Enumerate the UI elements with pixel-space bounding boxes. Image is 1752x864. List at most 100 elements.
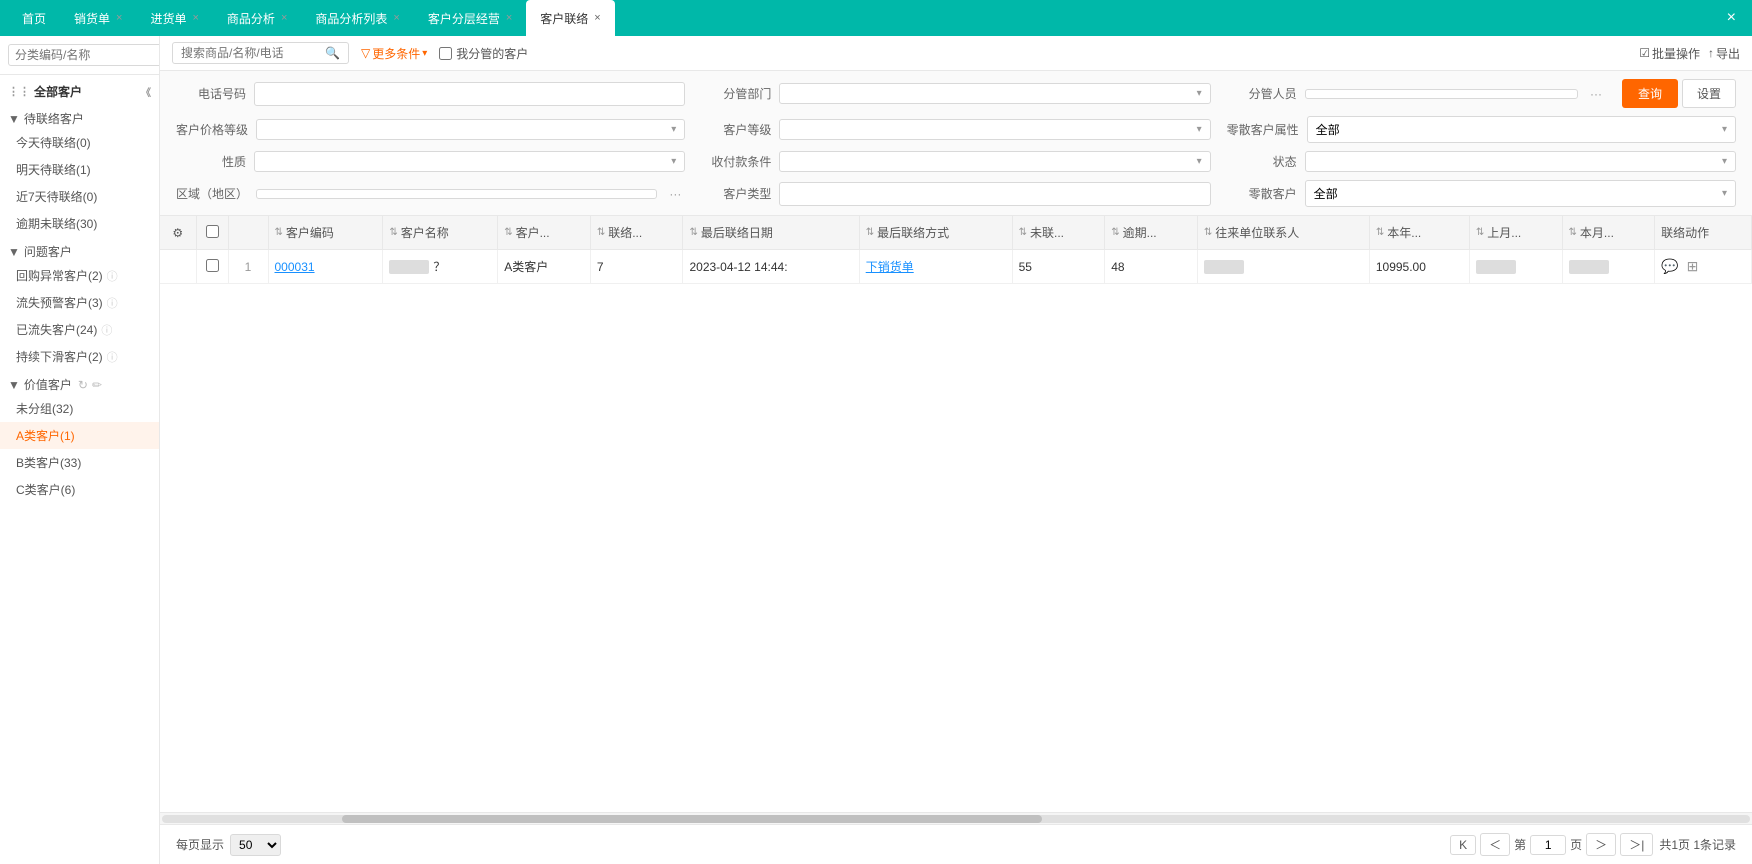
contact-col-header[interactable]: ⇅ 联络... <box>590 216 683 250</box>
export-button[interactable]: ↑ 导出 <box>1708 45 1740 62</box>
customer-type-col-header[interactable]: ⇅ 客户... <box>498 216 591 250</box>
chat-icon[interactable]: 💬 <box>1661 258 1678 275</box>
filter-row-nature: 性质 ▾ <box>176 151 685 172</box>
customer-level-label: 客户等级 <box>701 121 771 138</box>
close-all-tabs-button[interactable]: × <box>1719 9 1744 27</box>
nav-home[interactable]: 首页 <box>8 0 60 36</box>
close-analysis-list-icon[interactable]: × <box>393 12 399 24</box>
close-customer-mgr-icon[interactable]: × <box>506 12 512 24</box>
page-label: 第 <box>1514 836 1526 853</box>
sidebar-item-class-b[interactable]: B类客户(33) <box>0 449 159 476</box>
page-size-select[interactable]: 50 10 20 100 <box>230 834 281 856</box>
row-checkbox[interactable] <box>206 259 219 272</box>
sidebar-search-area: 🔍 <box>0 36 159 75</box>
overdue-col-header[interactable]: ⇅ 逾期... <box>1105 216 1198 250</box>
nav-analysis[interactable]: 商品分析 × <box>213 0 301 36</box>
payment-select[interactable]: ▾ <box>779 151 1210 172</box>
sidebar-item-class-c[interactable]: C类客户(6) <box>0 476 159 503</box>
action-buttons: ☑ 批量操作 ↑ 导出 <box>1639 45 1740 62</box>
contacts-person-sort-icon: ⇅ <box>1204 227 1212 238</box>
scatter-attr-select[interactable]: 全部 ▾ <box>1307 116 1736 143</box>
search-magnifier-icon[interactable]: 🔍 <box>325 46 340 60</box>
next-page-button[interactable]: ＞ <box>1586 833 1616 856</box>
batch-op-button[interactable]: ☑ 批量操作 <box>1639 45 1700 62</box>
manager-select[interactable] <box>1305 89 1578 99</box>
sidebar-item-lost-warning[interactable]: 流失预警客户(3) ⓘ <box>0 289 159 316</box>
customer-code-col-header[interactable]: ⇅ 客户编码 <box>268 216 383 250</box>
table-row: 1 000031 ？ A类客户 <box>160 250 1752 284</box>
region-more-icon[interactable]: ··· <box>665 187 685 201</box>
refresh-icon[interactable]: ↻ <box>78 378 88 392</box>
this-month-blur <box>1569 260 1609 274</box>
close-purchase-icon[interactable]: × <box>192 12 198 24</box>
sidebar-item-near7[interactable]: 近7天待联络(0) <box>0 183 159 210</box>
last-contact-method-col-header[interactable]: ⇅ 最后联络方式 <box>859 216 1012 250</box>
search-input[interactable] <box>181 46 321 60</box>
scrollbar-thumb[interactable] <box>342 815 1042 823</box>
row-last-method-cell[interactable]: 下销货单 <box>859 250 1012 284</box>
contacts-person-col-header[interactable]: ⇅ 往来单位联系人 <box>1197 216 1369 250</box>
manager-more-icon[interactable]: ··· <box>1586 87 1606 101</box>
edit-icon[interactable]: ✏ <box>92 378 102 392</box>
scatter-attr-chevron-icon: ▾ <box>1722 124 1727 135</box>
page-number-input[interactable] <box>1530 835 1566 855</box>
search-box: 🔍 <box>172 42 349 64</box>
nav-purchase[interactable]: 进货单 × <box>136 0 212 36</box>
settings-icon[interactable]: ⚙ <box>172 226 183 240</box>
my-customers-checkbox[interactable]: 我分管的客户 <box>439 45 528 62</box>
qr-icon[interactable]: ⊞ <box>1687 258 1699 275</box>
scatter-select[interactable]: 全部 ▾ <box>1305 180 1736 207</box>
first-page-button[interactable]: K <box>1450 835 1476 855</box>
contacts-person-blur <box>1204 260 1244 274</box>
status-select[interactable]: ▾ <box>1305 151 1736 172</box>
nature-label: 性质 <box>176 153 246 170</box>
phone-input[interactable] <box>254 82 685 106</box>
last-contact-date-col-header[interactable]: ⇅ 最后联络日期 <box>683 216 859 250</box>
nav-customer-mgr[interactable]: 客户分层经营 × <box>414 0 526 36</box>
export-icon: ↑ <box>1708 46 1714 60</box>
this-month-col-header[interactable]: ⇅ 本月... <box>1562 216 1655 250</box>
settings-button[interactable]: 设置 <box>1682 79 1736 108</box>
my-customers-check[interactable] <box>439 47 452 60</box>
sidebar-item-today[interactable]: 今天待联络(0) <box>0 129 159 156</box>
sidebar-item-unclassified[interactable]: 未分组(32) <box>0 395 159 422</box>
nature-select[interactable]: ▾ <box>254 151 685 172</box>
customer-level-select[interactable]: ▾ <box>779 119 1210 140</box>
sidebar-item-class-a[interactable]: A类客户(1) <box>0 422 159 449</box>
prev-page-button[interactable]: ＜ <box>1480 833 1510 856</box>
sidebar-group-problem: ▼ 问题客户 <box>0 237 159 262</box>
select-all-checkbox[interactable] <box>206 225 219 238</box>
nav-customer-contact[interactable]: 客户联络 × <box>526 0 614 36</box>
table-footer: 每页显示 50 10 20 100 K ＜ 第 页 ＞ ＞| <box>160 824 1752 864</box>
close-customer-contact-icon[interactable]: × <box>594 12 600 24</box>
region-select[interactable] <box>256 189 657 199</box>
row-this-year-cell: 10995.00 <box>1369 250 1469 284</box>
close-analysis-icon[interactable]: × <box>281 12 287 24</box>
category-search-input[interactable] <box>8 44 160 66</box>
sidebar-item-overdue[interactable]: 逾期未联络(30) <box>0 210 159 237</box>
nav-analysis-list[interactable]: 商品分析列表 × <box>301 0 413 36</box>
dept-select[interactable]: ▾ <box>779 83 1210 104</box>
sidebar-item-tomorrow[interactable]: 明天待联络(1) <box>0 156 159 183</box>
horizontal-scrollbar[interactable] <box>160 812 1752 824</box>
last-page-button[interactable]: ＞| <box>1620 833 1653 856</box>
price-level-chevron-icon: ▾ <box>671 124 676 135</box>
no-contact-col-header[interactable]: ⇅ 未联... <box>1012 216 1105 250</box>
this-year-col-header[interactable]: ⇅ 本年... <box>1369 216 1469 250</box>
sidebar-item-repurchase[interactable]: 回购异常客户(2) ⓘ <box>0 262 159 289</box>
more-filters-button[interactable]: ▽ 更多条件 ▾ <box>361 45 427 62</box>
nav-sales[interactable]: 销货单 × <box>60 0 136 36</box>
search-button[interactable]: 查询 <box>1622 79 1678 108</box>
contact-sort-icon: ⇅ <box>597 227 605 238</box>
sidebar-collapse-button[interactable]: 《 <box>141 84 151 99</box>
close-sales-icon[interactable]: × <box>116 12 122 24</box>
sidebar-item-continuous-down[interactable]: 持续下滑客户(2) ⓘ <box>0 343 159 370</box>
customer-name-col-header[interactable]: ⇅ 客户名称 <box>383 216 498 250</box>
row-customer-code-cell[interactable]: 000031 <box>268 250 383 284</box>
last-month-col-header[interactable]: ⇅ 上月... <box>1469 216 1562 250</box>
customer-type-input[interactable] <box>779 182 1210 206</box>
settings-col-header[interactable]: ⚙ <box>160 216 196 250</box>
price-level-select[interactable]: ▾ <box>256 119 685 140</box>
sidebar-item-lost[interactable]: 已流失客户(24) ⓘ <box>0 316 159 343</box>
check-col-header <box>196 216 228 250</box>
